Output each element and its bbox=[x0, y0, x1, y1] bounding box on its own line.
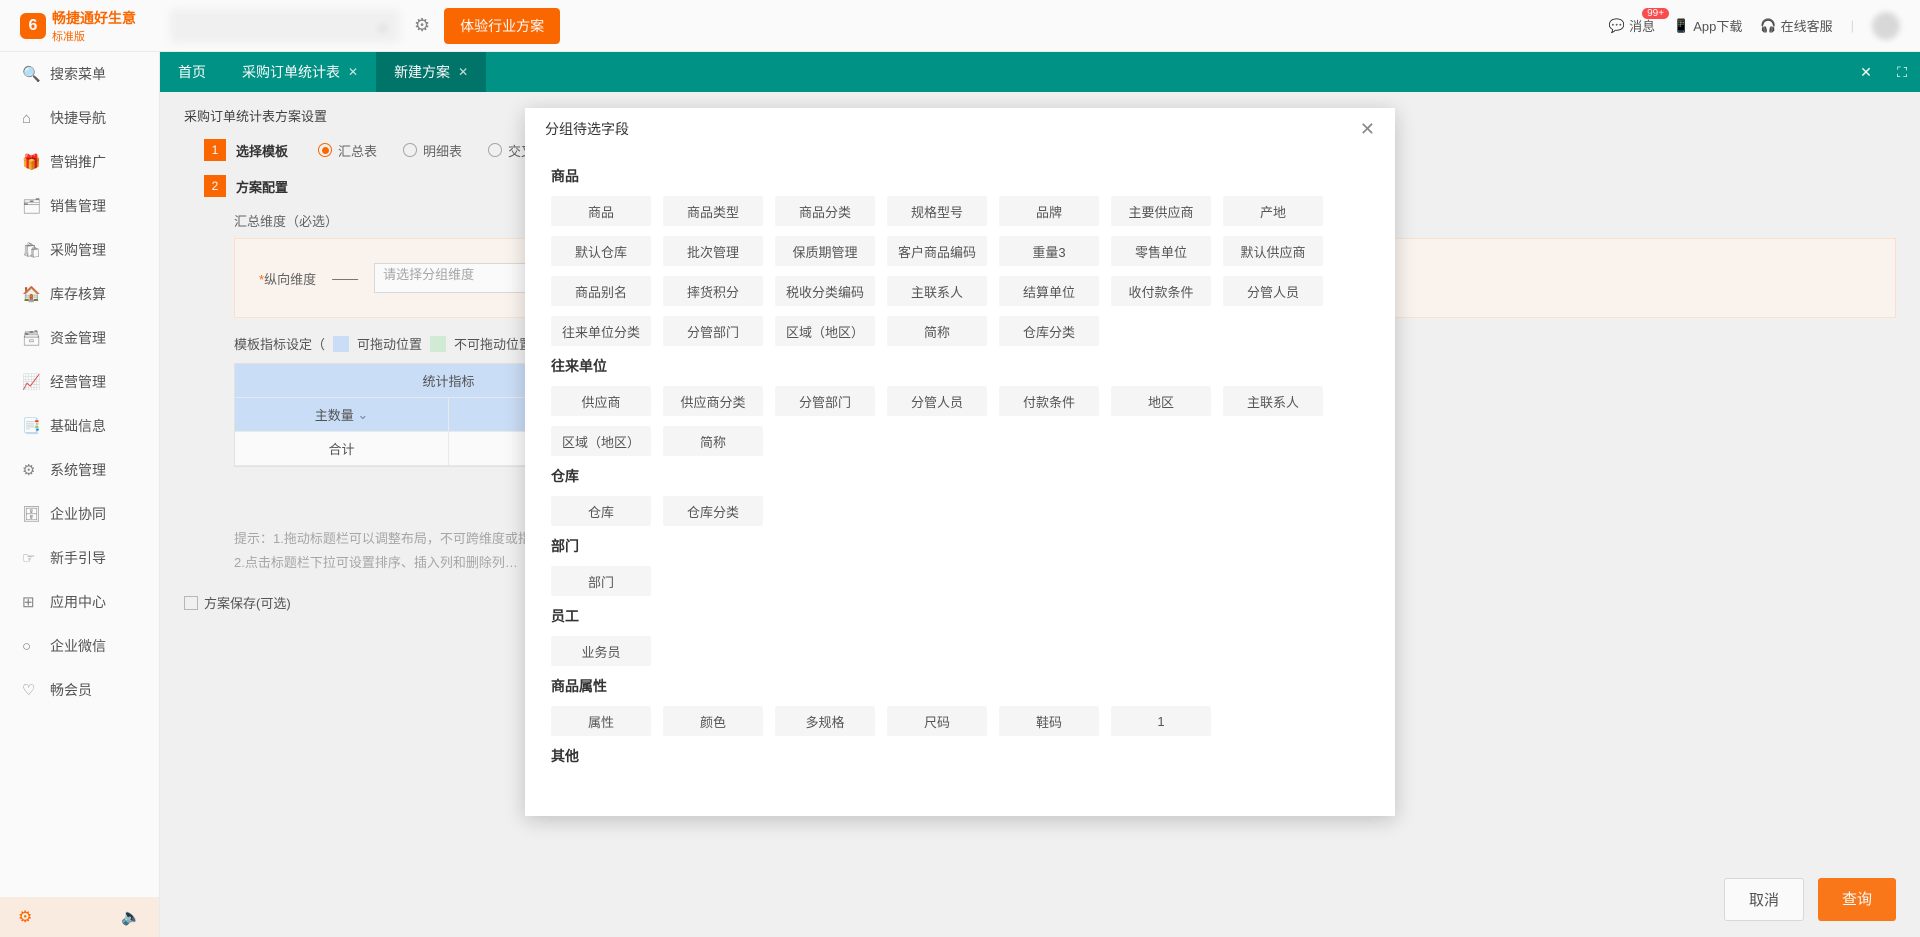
field-tag[interactable]: 仓库分类 bbox=[663, 496, 763, 526]
field-tag[interactable]: 供应商 bbox=[551, 386, 651, 416]
tag-row-3: 部门 bbox=[551, 566, 1369, 596]
field-tag[interactable]: 主要供应商 bbox=[1111, 196, 1211, 226]
group-title-2: 仓库 bbox=[551, 466, 1369, 486]
modal-header: 分组待选字段 ✕ bbox=[525, 108, 1395, 150]
field-tag[interactable]: 品牌 bbox=[999, 196, 1099, 226]
field-tag[interactable]: 规格型号 bbox=[887, 196, 987, 226]
field-tag[interactable]: 重量3 bbox=[999, 236, 1099, 266]
field-tag[interactable]: 仓库 bbox=[551, 496, 651, 526]
close-icon[interactable]: ✕ bbox=[1360, 119, 1375, 140]
modal-scroll-x[interactable] bbox=[525, 798, 1395, 816]
field-tag[interactable]: 地区 bbox=[1111, 386, 1211, 416]
tag-row-1: 供应商供应商分类分管部门分管人员付款条件地区主联系人区域（地区） 简称 bbox=[551, 386, 1369, 456]
field-tag[interactable]: 默认供应商 bbox=[1223, 236, 1323, 266]
tag-row-2: 仓库仓库分类 bbox=[551, 496, 1369, 526]
field-tag[interactable]: 默认仓库 bbox=[551, 236, 651, 266]
field-tag[interactable]: 商品别名 bbox=[551, 276, 651, 306]
field-tag[interactable]: 供应商分类 bbox=[663, 386, 763, 416]
group-title-3: 部门 bbox=[551, 536, 1369, 556]
group-title-6: 其他 bbox=[551, 746, 1369, 766]
field-tag[interactable]: 零售单位 bbox=[1111, 236, 1211, 266]
field-selector-modal: 分组待选字段 ✕ 商品商品商品类型商品分类规格型号品牌主要供应商产地默认仓库批次… bbox=[525, 108, 1395, 816]
field-tag[interactable]: 往来单位分类 bbox=[551, 316, 651, 346]
field-tag[interactable]: 商品 bbox=[551, 196, 651, 226]
field-tag[interactable]: 分管部门 bbox=[663, 316, 763, 346]
tag-row-5: 属性颜色多规格尺码鞋码 1 bbox=[551, 706, 1369, 736]
field-tag[interactable]: 区域（地区） bbox=[775, 316, 875, 346]
field-tag[interactable]: 业务员 bbox=[551, 636, 651, 666]
group-title-4: 员工 bbox=[551, 606, 1369, 626]
field-tag[interactable]: 属性 bbox=[551, 706, 651, 736]
tag-row-4: 业务员 bbox=[551, 636, 1369, 666]
group-title-1: 往来单位 bbox=[551, 356, 1369, 376]
field-tag[interactable]: 产地 bbox=[1223, 196, 1323, 226]
field-tag[interactable]: 客户商品编码 bbox=[887, 236, 987, 266]
field-tag[interactable]: 摔货积分 bbox=[663, 276, 763, 306]
field-tag[interactable]: 商品类型 bbox=[663, 196, 763, 226]
field-tag[interactable]: 部门 bbox=[551, 566, 651, 596]
field-tag[interactable]: 主联系人 bbox=[887, 276, 987, 306]
field-tag[interactable]: 保质期管理 bbox=[775, 236, 875, 266]
field-tag[interactable]: 分管人员 bbox=[1223, 276, 1323, 306]
field-tag[interactable]: 尺码 bbox=[887, 706, 987, 736]
field-tag[interactable]: 收付款条件 bbox=[1111, 276, 1211, 306]
field-tag[interactable]: 批次管理 bbox=[663, 236, 763, 266]
field-tag[interactable]: 仓库分类 bbox=[999, 316, 1099, 346]
group-title-5: 商品属性 bbox=[551, 676, 1369, 696]
modal-body: 商品商品商品类型商品分类规格型号品牌主要供应商产地默认仓库批次管理保质期管理客户… bbox=[525, 150, 1395, 798]
field-tag[interactable]: 分管部门 bbox=[775, 386, 875, 416]
field-tag[interactable]: 商品分类 bbox=[775, 196, 875, 226]
field-tag[interactable]: 结算单位 bbox=[999, 276, 1099, 306]
field-tag[interactable]: 主联系人 bbox=[1223, 386, 1323, 416]
field-tag[interactable]: 1 bbox=[1111, 706, 1211, 736]
modal-title: 分组待选字段 bbox=[545, 119, 629, 139]
field-tag[interactable]: 税收分类编码 bbox=[775, 276, 875, 306]
field-tag[interactable]: 简称 bbox=[663, 426, 763, 456]
field-tag[interactable]: 颜色 bbox=[663, 706, 763, 736]
group-title-0: 商品 bbox=[551, 166, 1369, 186]
field-tag[interactable]: 多规格 bbox=[775, 706, 875, 736]
field-tag[interactable]: 分管人员 bbox=[887, 386, 987, 416]
field-tag[interactable]: 付款条件 bbox=[999, 386, 1099, 416]
field-tag[interactable]: 简称 bbox=[887, 316, 987, 346]
field-tag[interactable]: 区域（地区） bbox=[551, 426, 651, 456]
tag-row-0: 商品商品类型商品分类规格型号品牌主要供应商产地默认仓库批次管理保质期管理客户商品… bbox=[551, 196, 1369, 346]
field-tag[interactable]: 鞋码 bbox=[999, 706, 1099, 736]
